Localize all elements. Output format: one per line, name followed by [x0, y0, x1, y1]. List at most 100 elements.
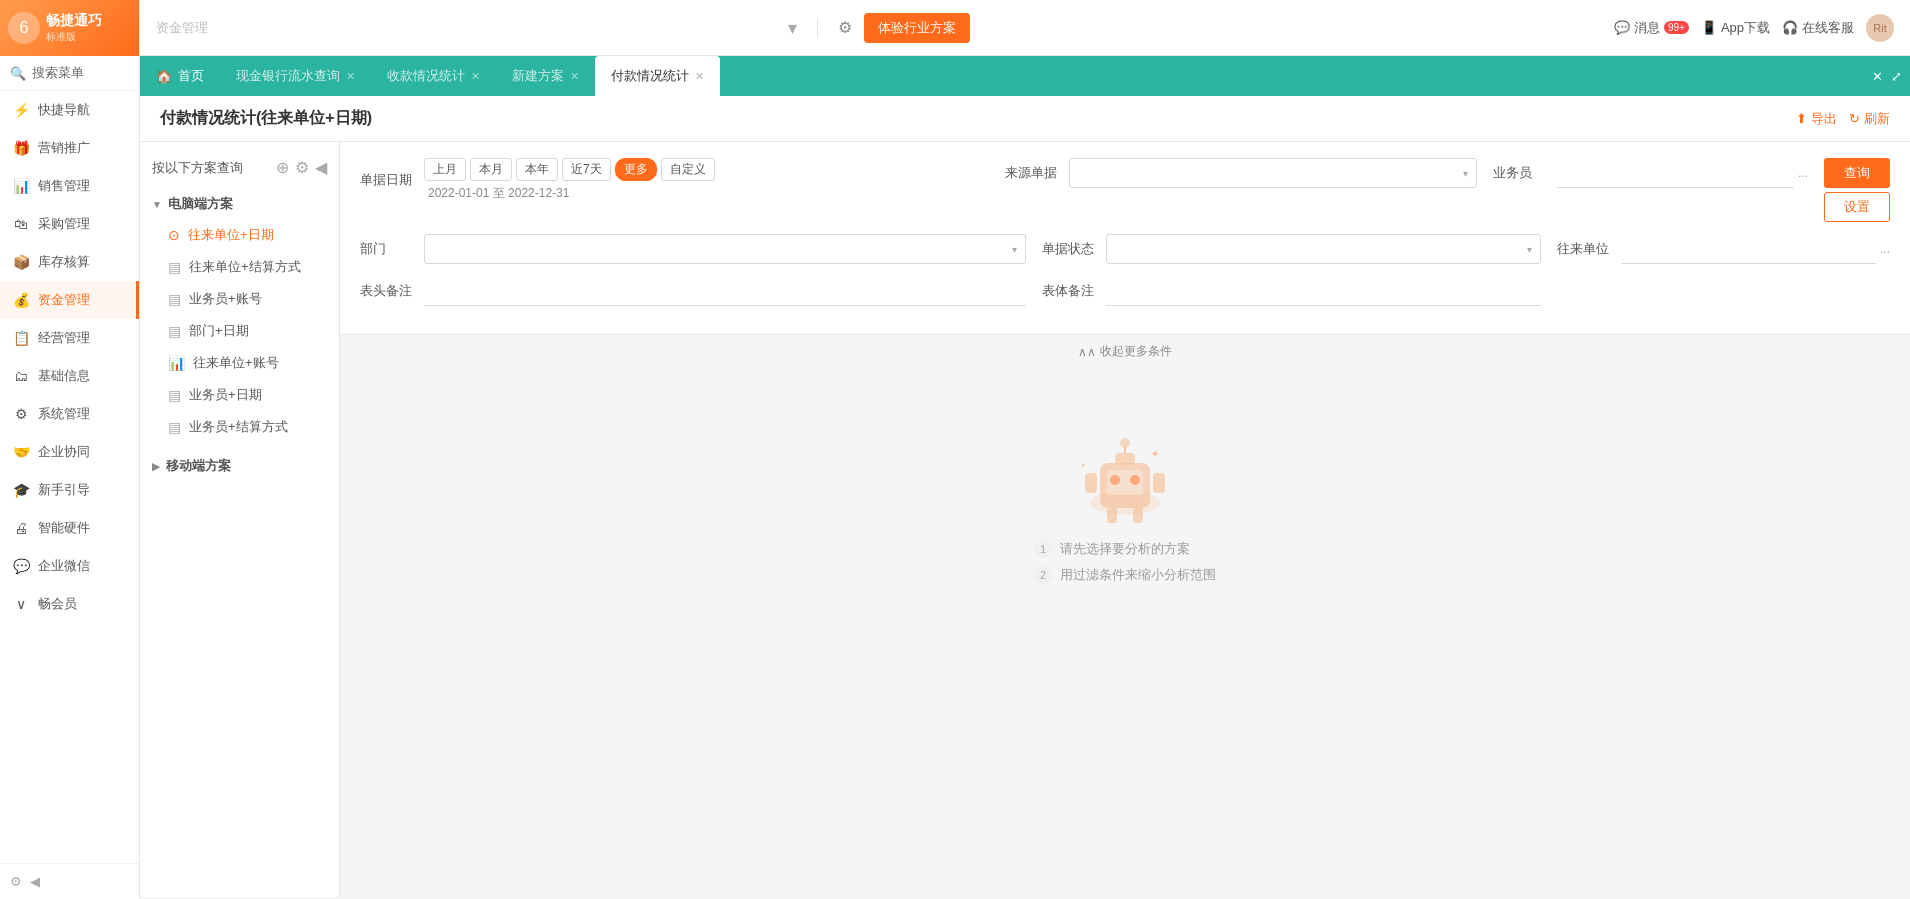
sidebar-item-quick-nav[interactable]: ⚡ 快捷导航: [0, 91, 139, 129]
sidebar-item-guide[interactable]: 🎓 新手引导: [0, 471, 139, 509]
status-dropdown-icon: ▾: [1527, 244, 1532, 255]
unit-more-icon[interactable]: ...: [1880, 242, 1890, 256]
tab-receipt-close[interactable]: ✕: [471, 70, 480, 83]
scheme-item-label: 往来单位+结算方式: [189, 258, 301, 276]
sidebar-item-funds[interactable]: 💰 资金管理: [0, 281, 139, 319]
search-menu[interactable]: 🔍 搜索菜单: [0, 56, 139, 91]
tab-new-scheme-label: 新建方案: [512, 67, 564, 85]
step1-num: 1: [1034, 540, 1052, 558]
query-btn[interactable]: 查询: [1824, 158, 1890, 188]
scheme-item-staff-settle[interactable]: ▤ 业务员+结算方式: [140, 411, 339, 443]
filter-panel: 单据日期 上月 本月 本年 近7天 更多 自定义 20: [340, 142, 1910, 335]
sidebar-item-wechat[interactable]: 💬 企业微信: [0, 547, 139, 585]
scheme-item-label: 业务员+账号: [189, 290, 262, 308]
source-select[interactable]: ▾: [1069, 158, 1477, 188]
scheme-actions: ⊕ ⚙ ◀: [276, 158, 327, 177]
tab-new-scheme[interactable]: 新建方案 ✕: [496, 56, 595, 96]
scheme-item-unit-settle[interactable]: ▤ 往来单位+结算方式: [140, 251, 339, 283]
svg-text:✦: ✦: [1150, 447, 1160, 461]
collapse-sidebar-icon[interactable]: ◀: [30, 874, 40, 889]
message-label: 消息: [1634, 19, 1660, 37]
dept-select[interactable]: ▾: [424, 234, 1026, 264]
enterprise-icon: 🤝: [12, 443, 30, 461]
sidebar-item-member[interactable]: ∨ 畅会员: [0, 585, 139, 623]
date-custom-btn[interactable]: 自定义: [661, 158, 715, 181]
refresh-icon: ↻: [1849, 111, 1860, 126]
status-label: 单据状态: [1042, 240, 1098, 258]
date-more-btn[interactable]: 更多: [615, 158, 657, 181]
date-range-text: 2022-01-01 至 2022-12-31: [428, 185, 715, 202]
app-download-btn[interactable]: 📱 App下载: [1701, 19, 1770, 37]
sidebar-item-operations[interactable]: 📋 经营管理: [0, 319, 139, 357]
guide-icon: 🎓: [12, 481, 30, 499]
body-note-input[interactable]: [1106, 276, 1541, 306]
user-avatar[interactable]: Rit: [1866, 14, 1894, 42]
scheme-settings-icon[interactable]: ⚙: [295, 158, 309, 177]
topbar-settings-icon[interactable]: ⚙: [838, 18, 852, 37]
tab-maximize-icon[interactable]: ⤢: [1891, 69, 1902, 84]
source-filter-item: 来源单据 ▾: [1005, 158, 1477, 188]
service-label: 在线客服: [1802, 19, 1854, 37]
message-badge: 99+: [1664, 21, 1689, 34]
add-scheme-icon[interactable]: ⊕: [276, 158, 289, 177]
scheme-item-staff-account[interactable]: ▤ 业务员+账号: [140, 283, 339, 315]
sidebar-item-inventory[interactable]: 📦 库存核算: [0, 243, 139, 281]
scheme-section-desktop-title[interactable]: ▼ 电脑端方案: [140, 189, 339, 219]
date-7days-btn[interactable]: 近7天: [562, 158, 611, 181]
svg-rect-10: [1107, 508, 1117, 523]
header-note-input[interactable]: [424, 276, 1026, 306]
date-buttons: 上月 本月 本年 近7天 更多 自定义: [424, 158, 715, 181]
sidebar-item-purchase[interactable]: 🛍 采购管理: [0, 205, 139, 243]
scheme-item-staff-date[interactable]: ▤ 业务员+日期: [140, 379, 339, 411]
sidebar-item-system[interactable]: ⚙ 系统管理: [0, 395, 139, 433]
username-label: Rit: [1873, 22, 1886, 34]
tab-cash-flow-close[interactable]: ✕: [346, 70, 355, 83]
sidebar-item-hardware[interactable]: 🖨 智能硬件: [0, 509, 139, 547]
staff-label: 业务员: [1493, 164, 1549, 182]
sidebar-item-label: 采购管理: [38, 215, 90, 233]
collapse-conditions-btn[interactable]: ∧∧ 收起更多条件: [340, 335, 1910, 368]
tab-payment-stat[interactable]: 付款情况统计 ✕: [595, 56, 720, 96]
date-this-month-btn[interactable]: 本月: [470, 158, 512, 181]
date-filter-item: 单据日期 上月 本月 本年 近7天 更多 自定义 20: [360, 158, 989, 202]
tab-cash-flow[interactable]: 现金银行流水查询 ✕: [220, 56, 371, 96]
date-last-month-btn[interactable]: 上月: [424, 158, 466, 181]
online-service-btn[interactable]: 🎧 在线客服: [1782, 19, 1854, 37]
dropdown-icon[interactable]: ▾: [788, 17, 797, 39]
staff-input[interactable]: [1557, 158, 1794, 188]
sidebar-item-enterprise[interactable]: 🤝 企业协同: [0, 433, 139, 471]
tab-home[interactable]: 🏠 首页: [140, 56, 220, 96]
unit-input[interactable]: [1621, 234, 1876, 264]
svg-point-7: [1120, 438, 1130, 448]
scheme-collapse-icon[interactable]: ◀: [315, 158, 327, 177]
scheme-item-unit-date[interactable]: ⊙ 往来单位+日期: [140, 219, 339, 251]
scheme-section-mobile-title[interactable]: ▶ 移动端方案: [140, 451, 339, 481]
tab-receipt-stat[interactable]: 收款情况统计 ✕: [371, 56, 496, 96]
message-btn[interactable]: 💬 消息 99+: [1614, 19, 1689, 37]
refresh-btn[interactable]: ↻ 刷新: [1849, 110, 1890, 128]
tab-payment-close[interactable]: ✕: [695, 70, 704, 83]
date-this-year-btn[interactable]: 本年: [516, 158, 558, 181]
export-btn[interactable]: ⬆ 导出: [1796, 110, 1837, 128]
source-dropdown-icon: ▾: [1463, 168, 1468, 179]
scheme-item-unit-account[interactable]: 📊 往来单位+账号: [140, 347, 339, 379]
hardware-icon: 🖨: [12, 519, 30, 537]
staff-more-icon[interactable]: ...: [1798, 166, 1808, 180]
tab-payment-stat-label: 付款情况统计: [611, 67, 689, 85]
tab-new-scheme-close[interactable]: ✕: [570, 70, 579, 83]
tab-close-all-icon[interactable]: ✕: [1872, 69, 1883, 84]
empty-illustration: ✦ ✦: [1065, 428, 1185, 528]
settings-btn[interactable]: 设置: [1824, 192, 1890, 222]
scheme-item-dept-date[interactable]: ▤ 部门+日期: [140, 315, 339, 347]
page-header: 付款情况统计(往来单位+日期) ⬆ 导出 ↻ 刷新: [140, 96, 1910, 142]
staff-filter-item: 业务员 ...: [1493, 158, 1808, 188]
sidebar-item-marketing[interactable]: 🎁 营销推广: [0, 129, 139, 167]
unit-date-icon: ⊙: [168, 227, 180, 243]
header-note-label: 表头备注: [360, 282, 416, 300]
sidebar-item-sales[interactable]: 📊 销售管理: [0, 167, 139, 205]
sidebar-item-basic-info[interactable]: 🗂 基础信息: [0, 357, 139, 395]
industry-btn[interactable]: 体验行业方案: [864, 13, 970, 43]
sidebar-item-label: 基础信息: [38, 367, 90, 385]
settings-icon[interactable]: ⚙: [10, 874, 22, 889]
status-select[interactable]: ▾: [1106, 234, 1541, 264]
